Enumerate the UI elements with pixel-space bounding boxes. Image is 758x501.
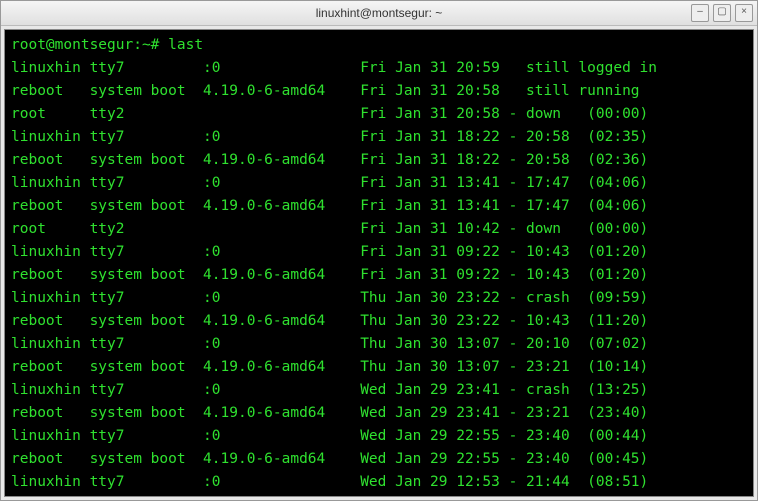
maximize-button[interactable]: ▢ [713,4,731,22]
terminal-window: linuxhint@montsegur: ~ – ▢ × root@montse… [0,0,758,501]
close-button[interactable]: × [735,4,753,22]
titlebar[interactable]: linuxhint@montsegur: ~ – ▢ × [1,1,757,26]
window-buttons: – ▢ × [691,4,753,22]
window-title: linuxhint@montsegur: ~ [316,6,443,20]
minimize-button[interactable]: – [691,4,709,22]
terminal-output[interactable]: root@montsegur:~# last linuxhin tty7 :0 … [4,29,754,497]
